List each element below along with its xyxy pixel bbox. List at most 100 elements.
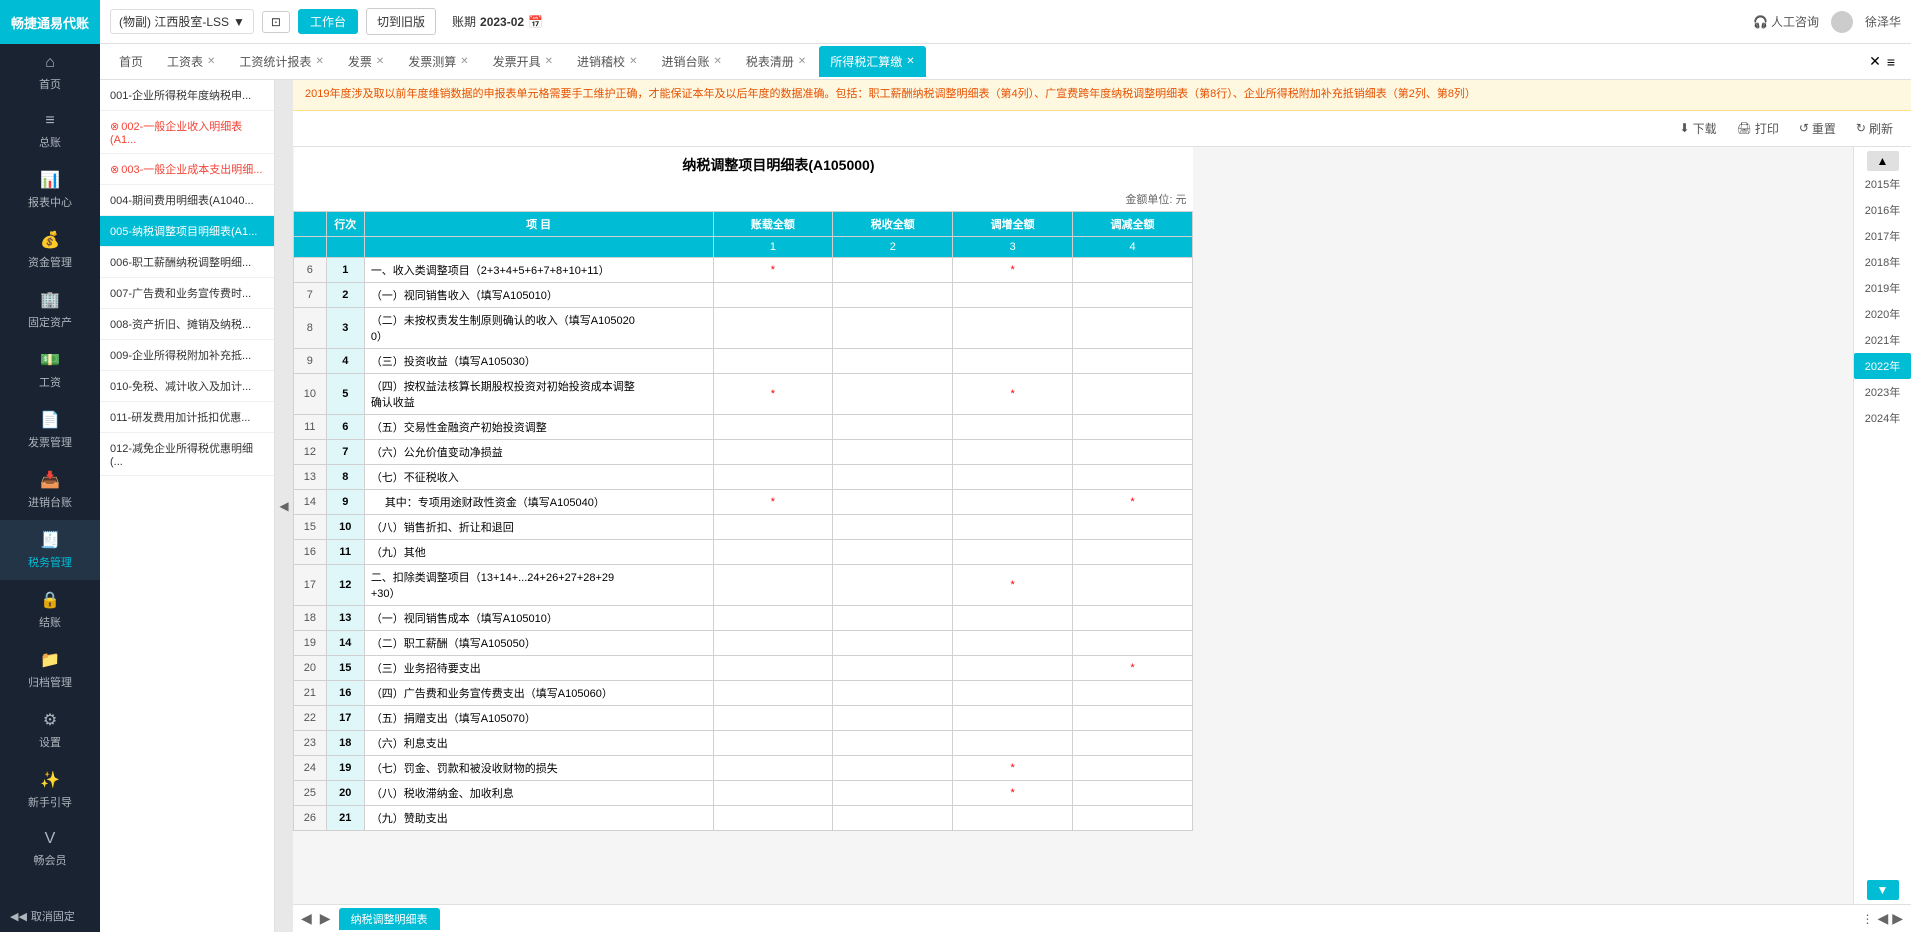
tab-salary-report[interactable]: 工资统计报表 ✕ bbox=[228, 46, 334, 77]
guide-icon: ✨ bbox=[40, 770, 60, 790]
year-2024[interactable]: 2024年 bbox=[1854, 405, 1911, 431]
tab-tax-clear[interactable]: 税表清册 ✕ bbox=[735, 46, 817, 77]
tab-close-invoice[interactable]: ✕ bbox=[376, 56, 384, 67]
user-service-btn[interactable]: 🎧 人工咨询 bbox=[1753, 13, 1819, 30]
left-item-001[interactable]: 001-企业所得税年度纳税申... bbox=[100, 80, 274, 111]
left-item-004[interactable]: 004-期间费用明细表(A1040... bbox=[100, 185, 274, 216]
year-scroll-up[interactable]: ▲ bbox=[1867, 151, 1899, 171]
left-item-002[interactable]: ⊗002-一般企业收入明细表(A1... bbox=[100, 111, 274, 154]
sidebar-item-tax[interactable]: 🧾 税务管理 bbox=[0, 520, 100, 580]
left-panel: 001-企业所得税年度纳税申... ⊗002-一般企业收入明细表(A1... ⊗… bbox=[100, 80, 275, 932]
sidebar-item-close[interactable]: 🔒 结账 bbox=[0, 580, 100, 640]
tab-close-salary[interactable]: ✕ bbox=[207, 56, 215, 67]
sidebar-item-invoice[interactable]: 📄 发票管理 bbox=[0, 400, 100, 460]
bottom-nav: ⋮ ◀ ▶ bbox=[1861, 910, 1903, 927]
tab-close-input-tax[interactable]: ✕ bbox=[629, 56, 637, 67]
tab-close-invoice-calc[interactable]: ✕ bbox=[460, 56, 468, 67]
sidebar-label-ledger: 总账 bbox=[39, 134, 61, 150]
vip-icon: V bbox=[45, 830, 56, 848]
left-item-003[interactable]: ⊗003-一般企业成本支出明细... bbox=[100, 154, 274, 185]
left-item-001-label: 001-企业所得税年度纳税申... bbox=[110, 90, 251, 102]
left-item-011[interactable]: 011-研发费用加计抵扣优惠... bbox=[100, 402, 274, 433]
col-f-sub: 4 bbox=[1073, 236, 1193, 257]
workspace-btn[interactable]: 工作台 bbox=[298, 9, 358, 34]
company-selector[interactable]: (物副) 江西股室-LSS ▼ bbox=[110, 9, 254, 34]
tab-close-salary-report[interactable]: ✕ bbox=[315, 56, 323, 67]
tab-salary[interactable]: 工资表 ✕ bbox=[156, 46, 226, 77]
tab-close-income-tax[interactable]: ✕ bbox=[906, 56, 914, 67]
year-2017[interactable]: 2017年 bbox=[1854, 223, 1911, 249]
sidebar-item-settings[interactable]: ⚙ 设置 bbox=[0, 700, 100, 760]
tab-invoice-open[interactable]: 发票开具 ✕ bbox=[482, 46, 564, 77]
tab-input-ledger[interactable]: 进销台账 ✕ bbox=[650, 46, 732, 77]
next-sheet-btn[interactable]: ▶ bbox=[320, 910, 331, 927]
sidebar-item-salary[interactable]: 💵 工资 bbox=[0, 340, 100, 400]
table-row: 25 20 （八）税收滞纳金、加收利息 * bbox=[294, 780, 1193, 805]
table-title: 纳税调整项目明细表(A105000) bbox=[682, 157, 874, 173]
year-scroll-down[interactable]: ▼ bbox=[1867, 880, 1899, 900]
year-2015[interactable]: 2015年 bbox=[1854, 171, 1911, 197]
table-row: 22 17 （五）捐赠支出（填写A105070） bbox=[294, 705, 1193, 730]
left-item-006[interactable]: 006-职工薪酬纳税调整明细... bbox=[100, 247, 274, 278]
year-2020[interactable]: 2020年 bbox=[1854, 301, 1911, 327]
spreadsheet-wrapper[interactable]: 纳税调整项目明细表(A105000) bbox=[293, 147, 1853, 904]
chevron-down-icon: ▼ bbox=[233, 15, 245, 29]
sidebar-item-reports[interactable]: 📊 报表中心 bbox=[0, 160, 100, 220]
e-6[interactable]: * bbox=[953, 257, 1073, 282]
download-btn[interactable]: ⬇ 下载 bbox=[1674, 117, 1723, 140]
sidebar-item-archive[interactable]: 📁 归档管理 bbox=[0, 640, 100, 700]
left-item-012[interactable]: 012-减免企业所得税优惠明细(... bbox=[100, 433, 274, 476]
year-2018[interactable]: 2018年 bbox=[1854, 249, 1911, 275]
sidebar-item-vip[interactable]: V 畅会员 bbox=[0, 820, 100, 878]
reset-btn[interactable]: ↺ 重置 bbox=[1793, 117, 1842, 140]
prev-sheet-btn[interactable]: ◀ bbox=[301, 910, 312, 927]
f-6[interactable] bbox=[1073, 257, 1193, 282]
d-6[interactable] bbox=[833, 257, 953, 282]
left-item-012-label: 012-减免企业所得税优惠明细(... bbox=[110, 443, 253, 468]
year-2016[interactable]: 2016年 bbox=[1854, 197, 1911, 223]
c-6[interactable]: * bbox=[713, 257, 833, 282]
left-item-010[interactable]: 010-免税、减计收入及加计... bbox=[100, 371, 274, 402]
tab-close-input-ledger[interactable]: ✕ bbox=[713, 56, 721, 67]
more-tabs-icon[interactable]: ≡ bbox=[1887, 54, 1895, 70]
calendar-icon[interactable]: 📅 bbox=[528, 15, 543, 29]
year-2023[interactable]: 2023年 bbox=[1854, 379, 1911, 405]
item-6[interactable]: 一、收入类调整项目（2+3+4+5+6+7+8+10+11） bbox=[364, 257, 713, 282]
tab-income-tax[interactable]: 所得税汇算缴 ✕ bbox=[819, 46, 925, 77]
bottom-tab-label[interactable]: 纳税调整明细表 bbox=[339, 908, 440, 930]
tab-input-tax[interactable]: 进销稽校 ✕ bbox=[566, 46, 648, 77]
left-item-005[interactable]: 005-纳税调整项目明细表(A1... bbox=[100, 216, 274, 247]
left-item-007[interactable]: 007-广告费和业务宣传费时... bbox=[100, 278, 274, 309]
refresh-btn[interactable]: ↻ 刷新 bbox=[1850, 117, 1899, 140]
invoice-icon: 📄 bbox=[40, 410, 60, 430]
left-item-009[interactable]: 009-企业所得税附加补充抵... bbox=[100, 340, 274, 371]
tab-home[interactable]: 首页 bbox=[108, 46, 154, 77]
year-2019[interactable]: 2019年 bbox=[1854, 275, 1911, 301]
salary-icon: 💵 bbox=[40, 350, 60, 370]
scroll-right-btn[interactable]: ▶ bbox=[1892, 910, 1903, 927]
copy-btn[interactable]: ⊡ bbox=[262, 11, 290, 33]
sidebar-item-input[interactable]: 📥 进销台账 bbox=[0, 460, 100, 520]
switch-btn[interactable]: 切到旧版 bbox=[366, 8, 436, 35]
tab-close-invoice-open[interactable]: ✕ bbox=[545, 56, 553, 67]
left-item-008[interactable]: 008-资产折旧、摊销及纳税... bbox=[100, 309, 274, 340]
close-all-icon[interactable]: ✕ bbox=[1869, 53, 1881, 70]
tab-invoice-calc[interactable]: 发票测算 ✕ bbox=[397, 46, 479, 77]
sidebar-item-assets[interactable]: 💰 资金管理 bbox=[0, 220, 100, 280]
table-row: 7 2 （一）视同销售收入（填写A105010） bbox=[294, 282, 1193, 307]
sidebar-item-fixed[interactable]: 🏢 固定资产 bbox=[0, 280, 100, 340]
scroll-left-btn[interactable]: ◀ bbox=[1877, 910, 1888, 927]
tab-close-tax-clear[interactable]: ✕ bbox=[798, 56, 806, 67]
collapse-panel-btn[interactable]: ◀ bbox=[275, 80, 293, 932]
year-2021[interactable]: 2021年 bbox=[1854, 327, 1911, 353]
sidebar-item-ledger[interactable]: ≡ 总账 bbox=[0, 102, 100, 160]
download-icon: ⬇ bbox=[1680, 121, 1690, 135]
sidebar-label-tax: 税务管理 bbox=[28, 554, 72, 570]
sidebar-item-guide[interactable]: ✨ 新手引导 bbox=[0, 760, 100, 820]
sidebar-item-home[interactable]: ⌂ 首页 bbox=[0, 44, 100, 102]
pin-toggle[interactable]: ◀◀ 取消固定 bbox=[0, 900, 100, 932]
print-btn[interactable]: 🖨 打印 bbox=[1731, 117, 1785, 140]
year-2022[interactable]: 2022年 bbox=[1854, 353, 1911, 379]
table-row: 18 13 （一）视同销售成本（填写A105010） bbox=[294, 605, 1193, 630]
tab-invoice[interactable]: 发票 ✕ bbox=[337, 46, 395, 77]
